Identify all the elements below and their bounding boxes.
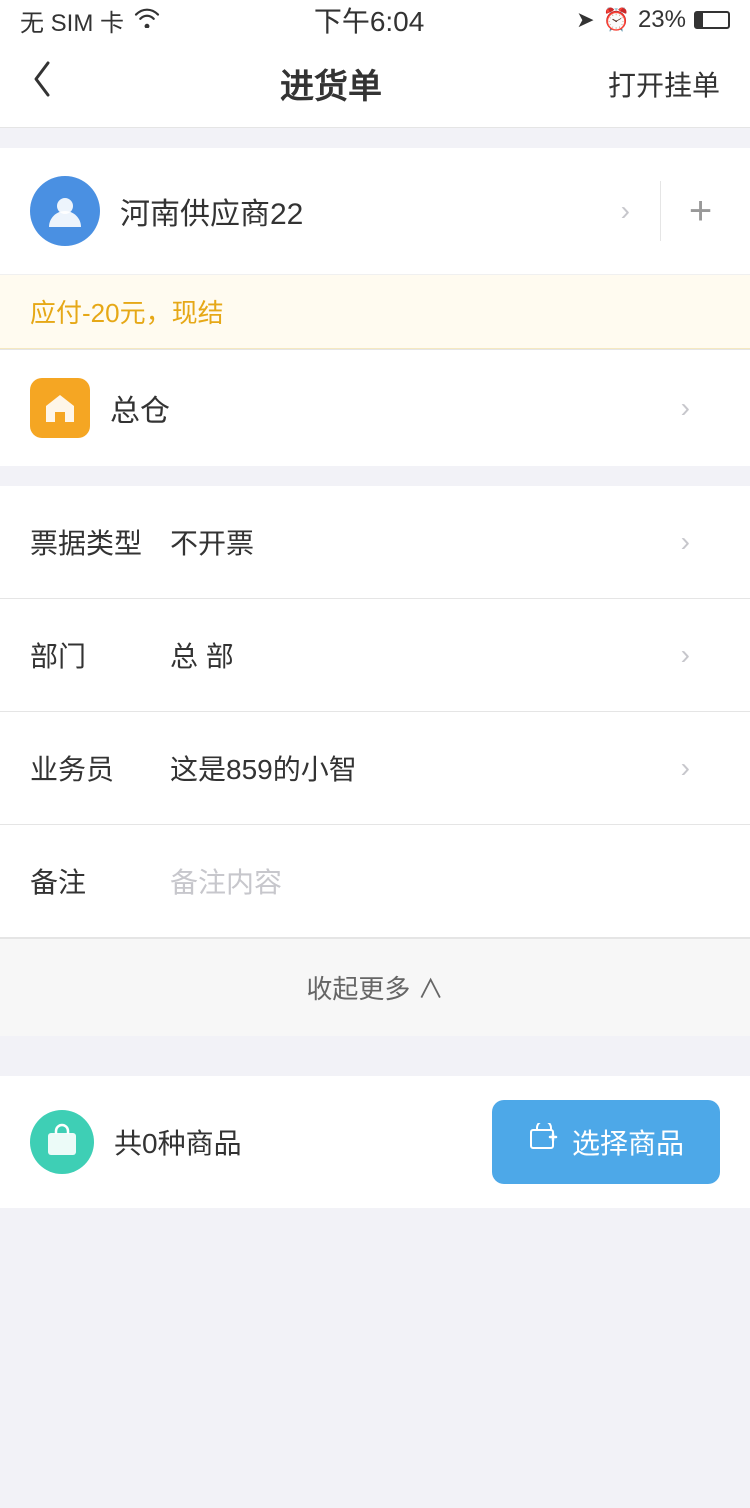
supplier-chevron-icon: › (621, 195, 630, 227)
warehouse-name: 总仓 (110, 386, 681, 430)
department-value: 总 部 (150, 635, 681, 675)
invoice-chevron-icon: › (681, 526, 690, 558)
select-btn-label: 选择商品 (572, 1122, 684, 1162)
page-title: 进货单 (280, 59, 382, 108)
nav-bar: 进货单 打开挂单 (0, 40, 750, 128)
department-label: 部门 (30, 635, 150, 675)
form-row-salesperson[interactable]: 业务员 这是859的小智 › (0, 712, 750, 825)
supplier-name: 河南供应商22 (120, 189, 621, 233)
cart-icon (528, 1123, 560, 1162)
add-icon: + (689, 189, 712, 234)
form-section: 票据类型 不开票 › 部门 总 部 › 业务员 这是859的小智 › 备注 备注… (0, 486, 750, 1036)
wifi-icon (132, 6, 162, 35)
salesperson-value: 这是859的小智 (150, 748, 681, 788)
supplier-section: 河南供应商22 › + 应付-20元，现结 总仓 › (0, 148, 750, 466)
status-left: 无 SIM 卡 (20, 3, 162, 38)
battery-icon (694, 11, 730, 29)
status-right: ➤ ⏰ 23% (576, 6, 730, 34)
supplier-add-button[interactable]: + (660, 181, 720, 241)
section-gap-2 (0, 1036, 750, 1056)
form-row-department[interactable]: 部门 总 部 › (0, 599, 750, 712)
invoice-value: 不开票 (150, 522, 681, 562)
status-bar: 无 SIM 卡 下午6:04 ➤ ⏰ 23% (0, 0, 750, 40)
products-icon (30, 1110, 94, 1174)
carrier-text: 无 SIM 卡 (20, 3, 124, 38)
remark-label: 备注 (30, 861, 150, 901)
time-display: 下午6:04 (314, 0, 425, 40)
location-icon: ➤ (576, 7, 594, 33)
background-fill (0, 1208, 750, 1508)
section-gap-1 (0, 128, 750, 148)
bottom-bar: 共0种商品 选择商品 (0, 1076, 750, 1208)
open-pending-button[interactable]: 打开挂单 (608, 64, 720, 104)
collapse-row[interactable]: 收起更多 ∧ (0, 938, 750, 1036)
department-chevron-icon: › (681, 639, 690, 671)
warehouse-chevron-icon: › (681, 392, 690, 424)
salesperson-label: 业务员 (30, 748, 150, 788)
back-button[interactable] (30, 59, 54, 108)
remark-input[interactable]: 备注内容 (150, 861, 720, 901)
products-count: 共0种商品 (114, 1122, 472, 1162)
warehouse-row[interactable]: 总仓 › (0, 349, 750, 466)
collapse-label: 收起更多 ∧ (306, 969, 443, 1006)
alarm-icon: ⏰ (603, 7, 630, 33)
form-row-invoice[interactable]: 票据类型 不开票 › (0, 486, 750, 599)
form-row-remark[interactable]: 备注 备注内容 (0, 825, 750, 938)
supplier-row[interactable]: 河南供应商22 › + (0, 148, 750, 275)
notice-text: 应付-20元，现结 (30, 298, 224, 328)
battery-text: 23% (638, 6, 686, 34)
supplier-avatar (30, 176, 100, 246)
invoice-label: 票据类型 (30, 522, 150, 562)
notice-banner: 应付-20元，现结 (0, 275, 750, 349)
select-products-button[interactable]: 选择商品 (492, 1100, 720, 1184)
salesperson-chevron-icon: › (681, 752, 690, 784)
warehouse-icon (30, 378, 90, 438)
